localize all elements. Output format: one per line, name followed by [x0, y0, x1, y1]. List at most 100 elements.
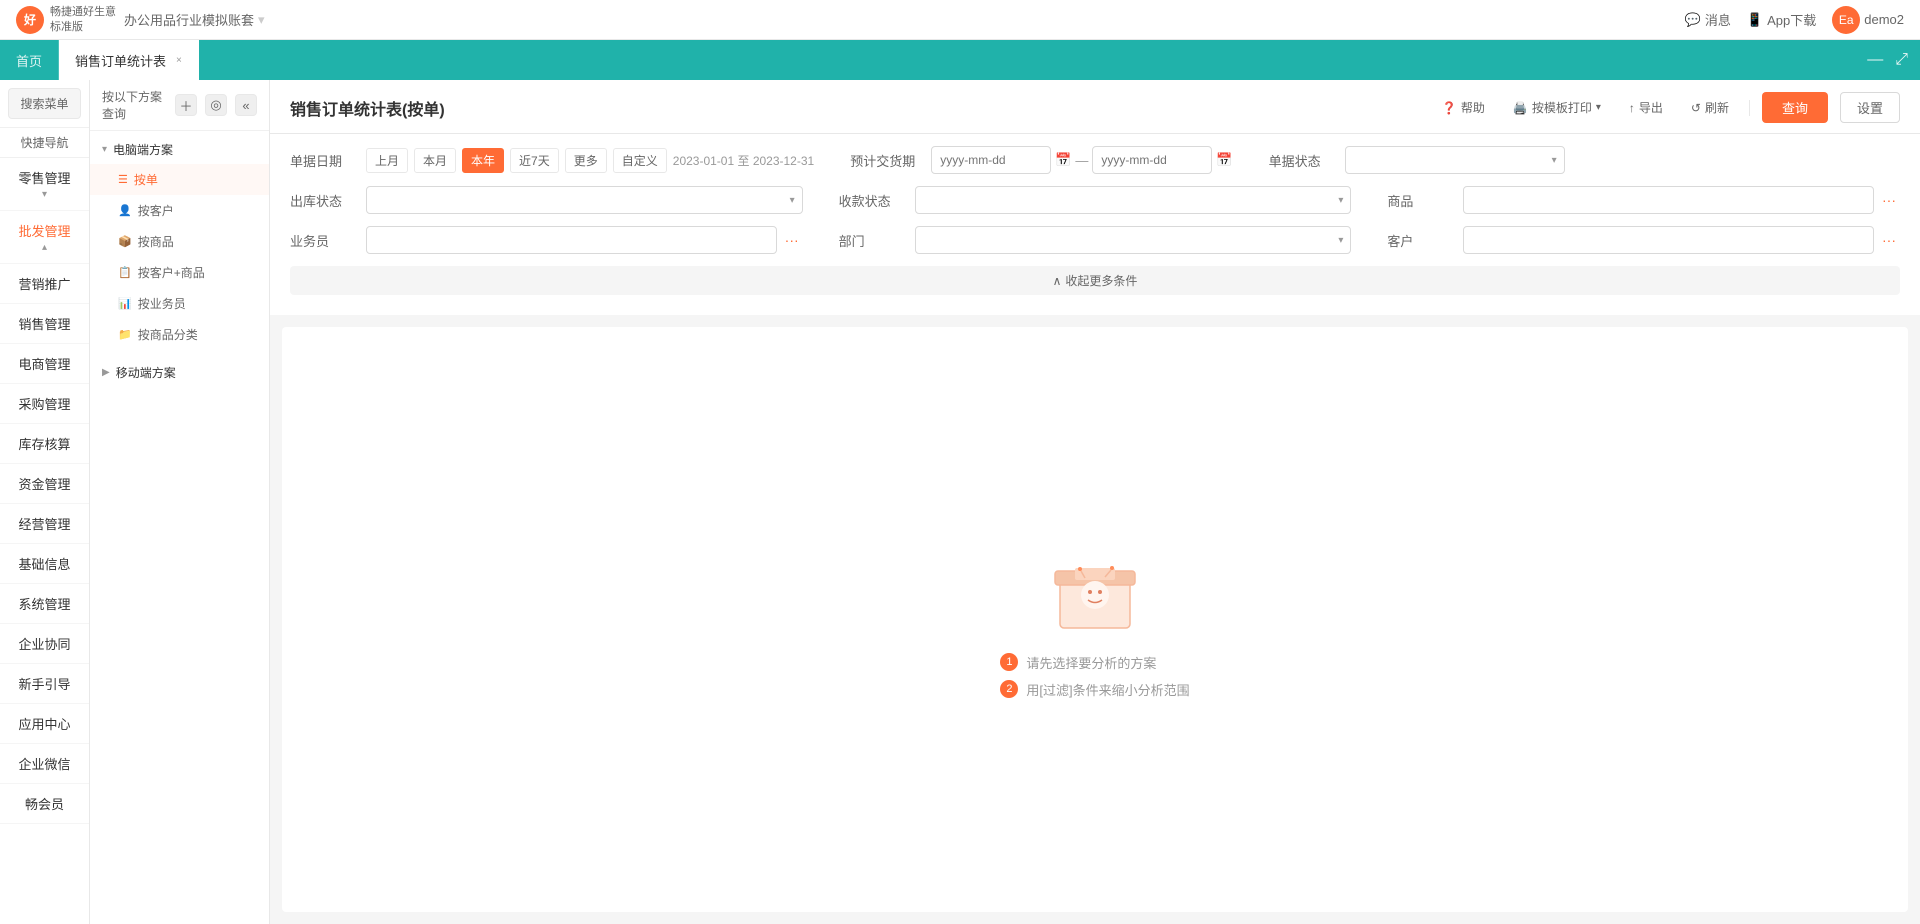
- date-last-7-days-button[interactable]: 近7天: [510, 148, 559, 173]
- sidebar-item-system[interactable]: 系统管理: [0, 584, 89, 624]
- date-this-year-button[interactable]: 本年: [462, 148, 504, 173]
- mobile-scheme-section: ▶ 移动端方案: [90, 354, 269, 391]
- query-button[interactable]: 查询: [1762, 92, 1828, 123]
- refresh-button[interactable]: ↺ 刷新: [1683, 95, 1737, 120]
- content-area: 销售订单统计表(按单) ❓ 帮助 🖨️ 按模板打印 ▾ ↑ 导出: [270, 80, 1920, 924]
- sidebar-item-quick-nav[interactable]: 快捷导航: [0, 128, 89, 158]
- tab-home[interactable]: 首页: [0, 40, 59, 80]
- payment-status-label: 收款状态: [839, 191, 899, 210]
- department-select-container: ▾: [915, 226, 1352, 254]
- retail-arrow-icon: ▾: [42, 189, 47, 200]
- left-panel-toolbar: 按以下方案查询 ＋ ◎ «: [90, 80, 269, 131]
- by-salesperson-icon: 📊: [118, 297, 132, 310]
- payment-status-select-container: ▾: [915, 186, 1352, 214]
- product-input[interactable]: [1463, 186, 1874, 214]
- top-bar: 好 畅捷通好生意 标准版 办公用品行业模拟账套 ▾ 💬 消息 📱 App下载 E…: [0, 0, 1920, 40]
- download-icon: 📱: [1747, 12, 1763, 28]
- filter-area: 单据日期 上月 本月 本年 近7天 更多 自定义 2023-01-01 至 20…: [270, 134, 1920, 315]
- search-menu-button[interactable]: 搜索菜单: [8, 88, 81, 119]
- filter-row-2: 出库状态 ▾ 收款状态 ▾ 商品 ···: [290, 186, 1900, 214]
- print-button[interactable]: 🖨️ 按模板打印 ▾: [1505, 95, 1609, 120]
- scheme-by-customer[interactable]: 👤 按客户: [90, 195, 269, 226]
- mobile-section-arrow-icon: ▶: [102, 367, 110, 378]
- message-button[interactable]: 💬 消息: [1685, 10, 1731, 29]
- user-menu-button[interactable]: Ea demo2: [1832, 6, 1904, 34]
- logo-text: 畅捷通好生意 标准版: [50, 5, 116, 34]
- sidebar-item-appstore[interactable]: 应用中心: [0, 704, 89, 744]
- print-dropdown-icon[interactable]: ▾: [1596, 102, 1601, 113]
- main-layout: 搜索菜单 快捷导航 零售管理 ▾ 批发管理 ▴ 营销推广 销售管理 电商管理 采…: [0, 80, 1920, 924]
- salesperson-input[interactable]: [366, 226, 777, 254]
- sidebar-item-corp-wechat[interactable]: 企业微信: [0, 744, 89, 784]
- tab-window-actions: — ⤢: [1855, 40, 1920, 80]
- scheme-by-salesperson[interactable]: 📊 按业务员: [90, 288, 269, 319]
- customer-input[interactable]: [1463, 226, 1874, 254]
- add-scheme-button[interactable]: ＋: [175, 94, 197, 116]
- empty-steps: 1 请先选择要分析的方案 2 用[过滤]条件来缩小分析范围: [1000, 653, 1189, 707]
- expected-date-start-input[interactable]: [931, 146, 1051, 174]
- logo-area: 好 畅捷通好生意 标准版: [16, 5, 116, 34]
- status-select[interactable]: [1345, 146, 1565, 174]
- date-quick-buttons: 上月 本月 本年 近7天 更多 自定义 2023-01-01 至 2023-12…: [366, 148, 814, 173]
- scheme-by-customer-product[interactable]: 📋 按客户+商品: [90, 257, 269, 288]
- department-select[interactable]: [915, 226, 1352, 254]
- product-more-button[interactable]: ···: [1878, 192, 1900, 208]
- out-status-select[interactable]: [366, 186, 803, 214]
- help-button[interactable]: ❓ 帮助: [1434, 95, 1493, 120]
- scheme-by-order[interactable]: ☰ 按单: [90, 164, 269, 195]
- action-divider: [1749, 100, 1750, 116]
- sidebar-item-enterprise[interactable]: 企业协同: [0, 624, 89, 664]
- out-status-label: 出库状态: [290, 191, 350, 210]
- sidebar-item-ecom[interactable]: 电商管理: [0, 344, 89, 384]
- calendar-start-icon[interactable]: 📅: [1055, 152, 1071, 168]
- date-custom-button[interactable]: 自定义: [613, 148, 667, 173]
- payment-status-select[interactable]: [915, 186, 1352, 214]
- print-icon: 🖨️: [1513, 101, 1528, 115]
- export-icon: ↑: [1629, 101, 1635, 115]
- filter-row-3: 业务员 ··· 部门 ▾ 客户 ···: [290, 226, 1900, 254]
- logo-icon: 好: [16, 6, 44, 34]
- customer-more-button[interactable]: ···: [1878, 232, 1900, 248]
- sidebar-item-wholesale[interactable]: 批发管理 ▴: [0, 211, 89, 264]
- collapse-area: ∧ 收起更多条件: [290, 266, 1900, 295]
- tab-sales-order-stats[interactable]: 销售订单统计表 ×: [59, 40, 199, 80]
- scheme-settings-button[interactable]: ◎: [205, 94, 227, 116]
- sidebar-item-purchase[interactable]: 采购管理: [0, 384, 89, 424]
- sidebar-item-newbie[interactable]: 新手引导: [0, 664, 89, 704]
- expected-date-label: 预计交货期: [850, 151, 915, 170]
- expected-date-range: 📅 — 📅: [931, 146, 1232, 174]
- mobile-section-title[interactable]: ▶ 移动端方案: [90, 358, 269, 387]
- export-button[interactable]: ↑ 导出: [1621, 95, 1671, 120]
- left-panel-header-label: 按以下方案查询: [102, 88, 167, 122]
- sidebar-item-marketing[interactable]: 营销推广: [0, 264, 89, 304]
- sidebar-item-retail[interactable]: 零售管理 ▾: [0, 158, 89, 211]
- date-more-button[interactable]: 更多: [565, 148, 607, 173]
- breadcrumb[interactable]: 办公用品行业模拟账套 ▾: [124, 10, 265, 29]
- scheme-by-category[interactable]: 📁 按商品分类: [90, 319, 269, 350]
- department-label: 部门: [839, 231, 899, 250]
- sidebar-item-operation[interactable]: 经营管理: [0, 504, 89, 544]
- expand-icon[interactable]: ⤢: [1895, 51, 1908, 69]
- date-this-month-button[interactable]: 本月: [414, 148, 456, 173]
- top-bar-left: 好 畅捷通好生意 标准版 办公用品行业模拟账套 ▾: [16, 5, 265, 34]
- nav-tabs: 首页 销售订单统计表 × — ⤢: [0, 40, 1920, 80]
- app-download-button[interactable]: 📱 App下载: [1747, 10, 1816, 29]
- collapse-button[interactable]: ∧ 收起更多条件: [290, 266, 1900, 295]
- expected-date-end-input[interactable]: [1092, 146, 1212, 174]
- settings-button[interactable]: 设置: [1840, 92, 1900, 123]
- desktop-section-title[interactable]: ▾ 电脑端方案: [90, 135, 269, 164]
- sidebar-item-sales[interactable]: 销售管理: [0, 304, 89, 344]
- scheme-by-product[interactable]: 📦 按商品: [90, 226, 269, 257]
- calendar-end-icon[interactable]: 📅: [1216, 152, 1232, 168]
- sidebar-item-basic[interactable]: 基础信息: [0, 544, 89, 584]
- date-last-month-button[interactable]: 上月: [366, 148, 408, 173]
- sidebar-item-finance[interactable]: 资金管理: [0, 464, 89, 504]
- collapse-panel-button[interactable]: «: [235, 94, 257, 116]
- salesperson-more-button[interactable]: ···: [781, 232, 803, 248]
- sidebar-item-member[interactable]: 畅会员: [0, 784, 89, 824]
- empty-step-1: 1 请先选择要分析的方案: [1000, 653, 1189, 672]
- sidebar-item-inventory[interactable]: 库存核算: [0, 424, 89, 464]
- tab-close-icon[interactable]: ×: [176, 55, 182, 66]
- minimize-icon[interactable]: —: [1867, 51, 1883, 69]
- tab-spacer: [199, 40, 1855, 80]
